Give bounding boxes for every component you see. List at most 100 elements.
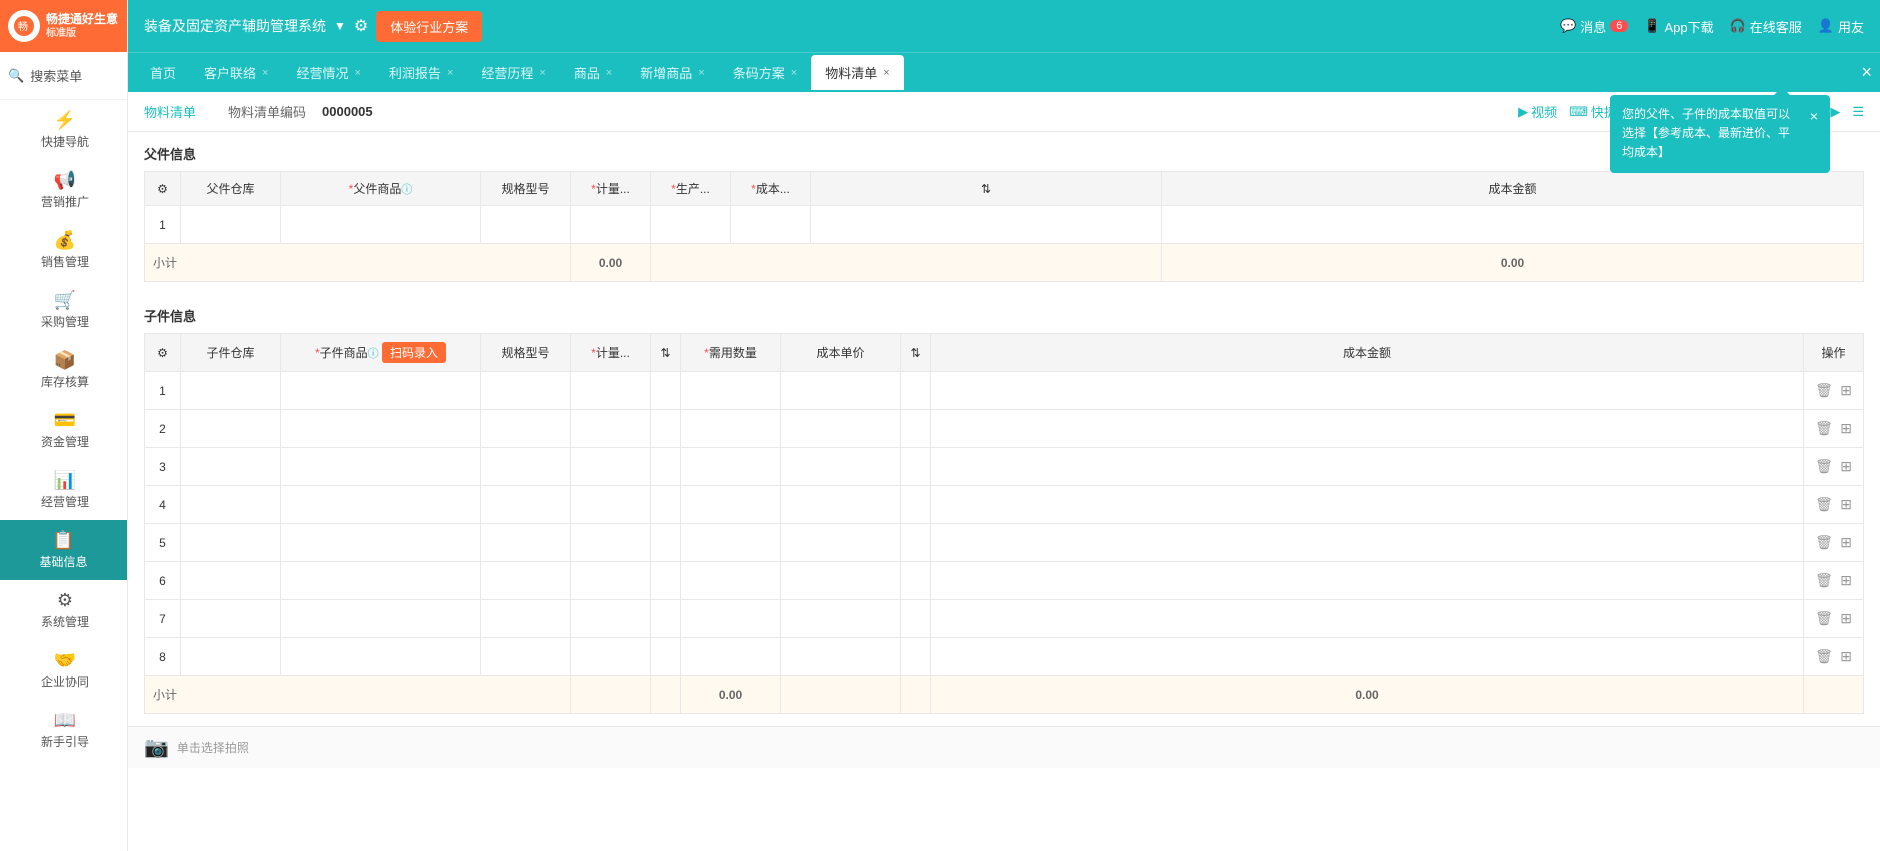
child-product-7[interactable] — [281, 600, 481, 638]
parent-prod-cell[interactable] — [651, 206, 731, 244]
sidebar-item-basic-info[interactable]: 📋 基础信息 — [0, 520, 127, 580]
child-copy-7[interactable]: ⊞ — [1840, 610, 1852, 626]
child-product-3[interactable] — [281, 448, 481, 486]
child-unit-8[interactable] — [571, 638, 651, 676]
child-qty-1[interactable] — [681, 372, 781, 410]
child-unit-7[interactable] — [571, 600, 651, 638]
list-view-button[interactable]: ☰ — [1852, 104, 1864, 120]
child-unitcost-1[interactable] — [781, 372, 901, 410]
child-delete-1[interactable]: 🗑 — [1815, 382, 1833, 398]
sidebar-item-sales[interactable]: 💰 销售管理 — [0, 220, 127, 280]
tab-new-goods[interactable]: 新增商品 × — [626, 55, 718, 90]
parent-warehouse-cell[interactable] — [181, 206, 281, 244]
sidebar-item-marketing[interactable]: 📢 营销推广 — [0, 160, 127, 220]
child-unitcost-2[interactable] — [781, 410, 901, 448]
child-qty-7[interactable] — [681, 600, 781, 638]
tab-operation[interactable]: 经营情况 × — [282, 55, 374, 90]
sidebar-item-quick-nav[interactable]: ⚡ 快捷导航 — [0, 100, 127, 160]
child-delete-6[interactable]: 🗑 — [1815, 572, 1833, 588]
child-copy-1[interactable]: ⊞ — [1840, 382, 1852, 398]
child-product-6[interactable] — [281, 562, 481, 600]
user-button[interactable]: 👤 用友 — [1818, 17, 1864, 36]
child-spec-8[interactable] — [481, 638, 571, 676]
scroll-area[interactable]: 父件信息 ⚙ 父件仓库 *父件商品ⓘ 规格型号 *计量... *生产... *成… — [128, 132, 1880, 851]
sidebar-item-inventory[interactable]: 📦 库存核算 — [0, 340, 127, 400]
sidebar-item-enterprise[interactable]: 🤝 企业协同 — [0, 640, 127, 700]
message-button[interactable]: 💬 消息 6 — [1560, 17, 1628, 36]
child-unit-5[interactable] — [571, 524, 651, 562]
child-product-5[interactable] — [281, 524, 481, 562]
tab-history-close[interactable]: × — [539, 67, 545, 79]
online-service-button[interactable]: 🎧 在线客服 — [1730, 17, 1802, 36]
child-delete-3[interactable]: 🗑 — [1815, 458, 1833, 474]
tab-new-goods-close[interactable]: × — [698, 67, 704, 79]
child-warehouse-5[interactable] — [181, 524, 281, 562]
child-warehouse-7[interactable] — [181, 600, 281, 638]
child-product-1[interactable] — [281, 372, 481, 410]
tab-profit[interactable]: 利润报告 × — [375, 55, 467, 90]
child-spec-3[interactable] — [481, 448, 571, 486]
settings-button[interactable]: ⚙ — [354, 16, 368, 36]
sidebar-item-management[interactable]: 📊 经营管理 — [0, 460, 127, 520]
child-unitcost-7[interactable] — [781, 600, 901, 638]
child-copy-2[interactable]: ⊞ — [1840, 420, 1852, 436]
tab-operation-close[interactable]: × — [354, 67, 360, 79]
child-delete-2[interactable]: 🗑 — [1815, 420, 1833, 436]
parent-cost-cell[interactable] — [731, 206, 811, 244]
child-qty-4[interactable] — [681, 486, 781, 524]
child-qty-5[interactable] — [681, 524, 781, 562]
sidebar-item-finance[interactable]: 💳 资金管理 — [0, 400, 127, 460]
nav-next-button[interactable]: ▶ — [1830, 104, 1840, 120]
child-spec-1[interactable] — [481, 372, 571, 410]
child-warehouse-6[interactable] — [181, 562, 281, 600]
child-warehouse-8[interactable] — [181, 638, 281, 676]
tab-home[interactable]: 首页 — [136, 55, 190, 90]
child-spec-2[interactable] — [481, 410, 571, 448]
child-qty-8[interactable] — [681, 638, 781, 676]
child-delete-4[interactable]: 🗑 — [1815, 496, 1833, 512]
sidebar-item-system[interactable]: ⚙ 系统管理 — [0, 580, 127, 640]
app-download-button[interactable]: 📱 App下载 — [1644, 17, 1713, 36]
video-button[interactable]: ▶ 视频 — [1518, 102, 1557, 121]
child-copy-6[interactable]: ⊞ — [1840, 572, 1852, 588]
breadcrumb-bom[interactable]: 物料清单 — [144, 102, 196, 121]
child-qty-6[interactable] — [681, 562, 781, 600]
child-warehouse-4[interactable] — [181, 486, 281, 524]
child-copy-8[interactable]: ⊞ — [1840, 648, 1852, 664]
child-unit-4[interactable] — [571, 486, 651, 524]
tab-barcode[interactable]: 条码方案 × — [719, 55, 811, 90]
child-product-2[interactable] — [281, 410, 481, 448]
child-copy-5[interactable]: ⊞ — [1840, 534, 1852, 550]
child-copy-3[interactable]: ⊞ — [1840, 458, 1852, 474]
child-spec-5[interactable] — [481, 524, 571, 562]
tooltip-close-button[interactable]: × — [1810, 105, 1818, 127]
tab-goods-close[interactable]: × — [606, 67, 612, 79]
tab-more-button[interactable]: × — [1861, 62, 1872, 83]
tab-profit-close[interactable]: × — [447, 67, 453, 79]
child-warehouse-3[interactable] — [181, 448, 281, 486]
child-unitcost-5[interactable] — [781, 524, 901, 562]
parent-spec-cell[interactable] — [481, 206, 571, 244]
child-unitcost-3[interactable] — [781, 448, 901, 486]
tab-bom[interactable]: 物料清单 × — [811, 55, 903, 90]
child-unitcost-6[interactable] — [781, 562, 901, 600]
child-product-4[interactable] — [281, 486, 481, 524]
child-qty-2[interactable] — [681, 410, 781, 448]
child-unit-1[interactable] — [571, 372, 651, 410]
tab-customer[interactable]: 客户联络 × — [190, 55, 282, 90]
child-spec-6[interactable] — [481, 562, 571, 600]
parent-unit-cell[interactable] — [571, 206, 651, 244]
tab-bom-close[interactable]: × — [883, 67, 889, 79]
tab-barcode-close[interactable]: × — [791, 67, 797, 79]
child-unitcost-8[interactable] — [781, 638, 901, 676]
child-product-8[interactable] — [281, 638, 481, 676]
child-copy-4[interactable]: ⊞ — [1840, 496, 1852, 512]
child-unit-2[interactable] — [571, 410, 651, 448]
tab-goods[interactable]: 商品 × — [560, 55, 626, 90]
search-menu-button[interactable]: 🔍 搜索菜单 — [8, 60, 119, 91]
sidebar-item-guide[interactable]: 📖 新手引导 — [0, 700, 127, 760]
child-spec-4[interactable] — [481, 486, 571, 524]
child-warehouse-2[interactable] — [181, 410, 281, 448]
sidebar-item-purchase[interactable]: 🛒 采购管理 — [0, 280, 127, 340]
child-qty-3[interactable] — [681, 448, 781, 486]
